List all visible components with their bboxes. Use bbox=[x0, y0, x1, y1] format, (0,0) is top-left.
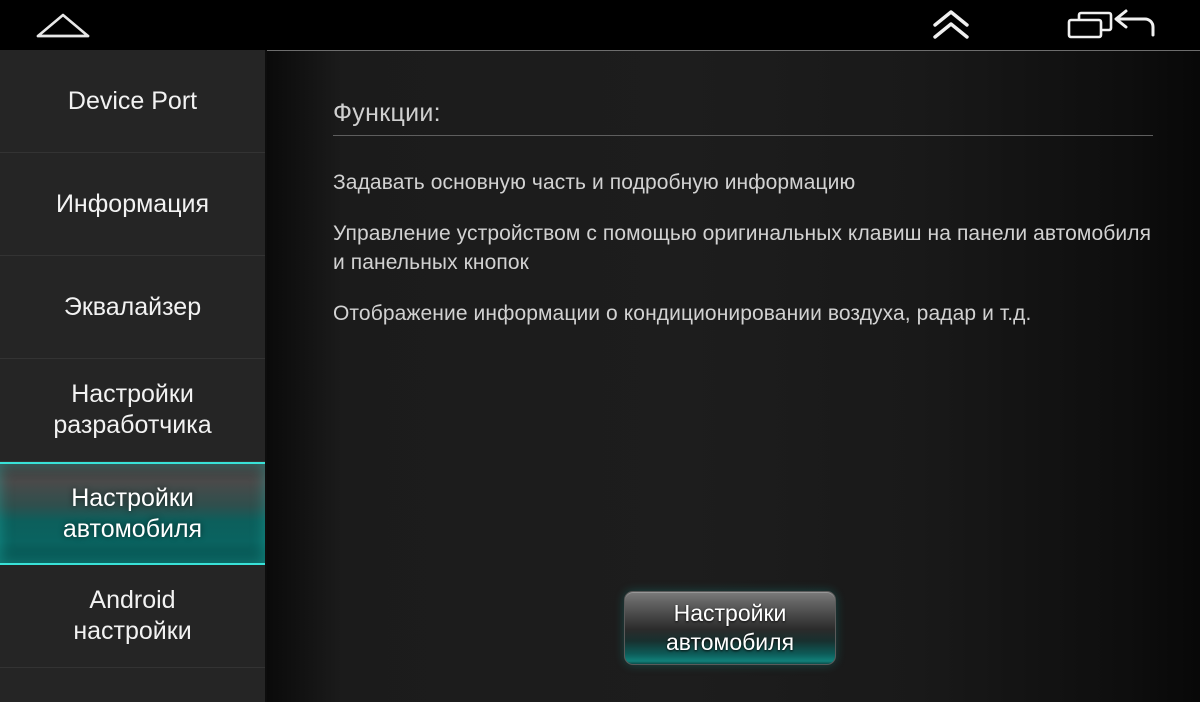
feature-paragraph: Отображение информации о кондиционирован… bbox=[333, 302, 1032, 325]
sidebar-item-label: Эквалайзер bbox=[63, 292, 202, 321]
sidebar-item-android-settings[interactable]: Android настройки bbox=[0, 565, 265, 668]
back-icon[interactable] bbox=[1098, 0, 1168, 50]
expand-up-icon[interactable] bbox=[916, 0, 986, 50]
sidebar-item-partial[interactable] bbox=[0, 668, 265, 702]
feature-paragraph: Задавать основную часть и подробную инфо… bbox=[333, 171, 856, 194]
content-panel: Функции: Задавать основную часть и подро… bbox=[267, 50, 1200, 702]
sidebar-item-developer-settings[interactable]: Настройки разработчика bbox=[0, 359, 265, 462]
section-title: Функции: bbox=[333, 99, 441, 127]
title-divider bbox=[333, 135, 1153, 136]
sidebar-item-label: Device Port bbox=[67, 86, 198, 115]
car-settings-button[interactable]: Настройки автомобиля bbox=[624, 591, 836, 665]
double-chevron-up-icon-glyph bbox=[933, 10, 969, 39]
android-navigation-bar bbox=[0, 0, 1200, 50]
sidebar-item-label: Настройки разработчика bbox=[53, 380, 212, 439]
sidebar-item-label: Информация bbox=[55, 189, 210, 218]
back-arrow-icon-glyph bbox=[1114, 9, 1155, 37]
sidebar-item-car-settings[interactable]: Настройки автомобиля bbox=[0, 462, 265, 565]
sidebar-item-label: Android настройки bbox=[73, 586, 192, 645]
head-unit-screen: Device Port Информация Эквалайзер Настро… bbox=[0, 0, 1200, 702]
home-icon[interactable] bbox=[28, 0, 98, 50]
car-settings-button-label: Настройки автомобиля bbox=[665, 600, 795, 655]
feature-list: Задавать основную часть и подробную инфо… bbox=[333, 168, 1163, 350]
sidebar-item-device-port[interactable]: Device Port bbox=[0, 50, 265, 153]
sidebar-item-equalizer[interactable]: Эквалайзер bbox=[0, 256, 265, 359]
home-icon-glyph bbox=[36, 13, 90, 38]
sidebar-item-label: Настройки автомобиля bbox=[62, 483, 203, 543]
feature-paragraph: Управление устройством с помощью оригина… bbox=[333, 222, 1152, 274]
sidebar-item-information[interactable]: Информация bbox=[0, 153, 265, 256]
sidebar: Device Port Информация Эквалайзер Настро… bbox=[0, 50, 265, 702]
